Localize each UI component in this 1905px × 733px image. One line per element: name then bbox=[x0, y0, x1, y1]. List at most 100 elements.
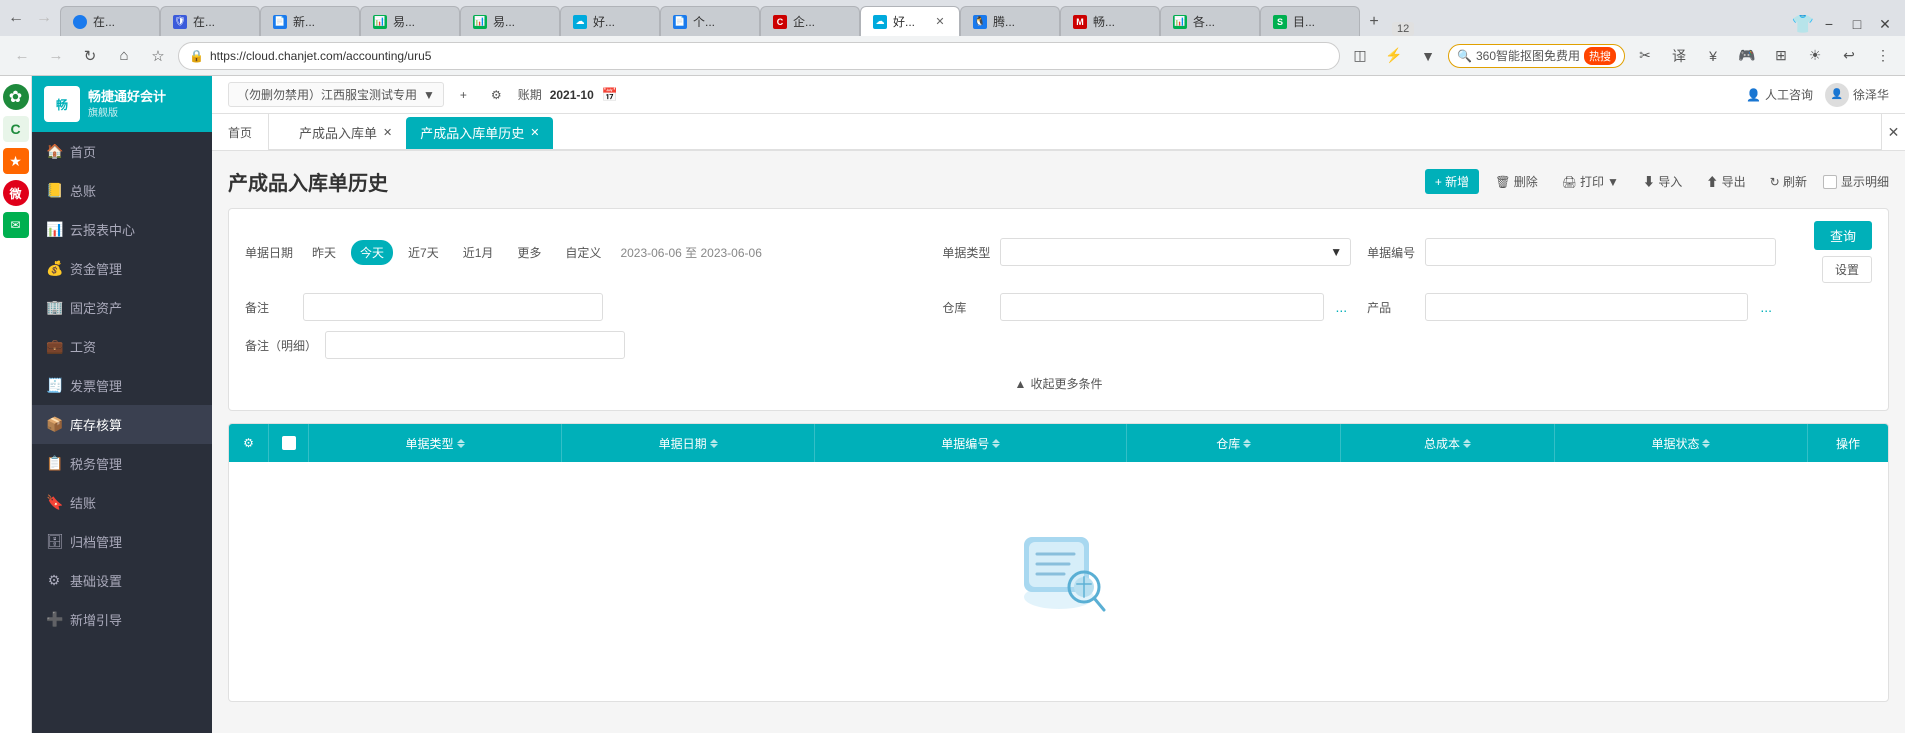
product-input[interactable] bbox=[1425, 293, 1748, 321]
maximize-button[interactable]: □ bbox=[1845, 12, 1869, 36]
sidebar-item-report[interactable]: 📊 云报表中心 bbox=[32, 210, 212, 249]
new-tab-button[interactable]: + bbox=[1360, 8, 1388, 36]
close-button[interactable]: ✕ bbox=[1873, 12, 1897, 36]
forward-btn[interactable]: → bbox=[32, 6, 56, 30]
scissors-icon[interactable]: ✂ bbox=[1631, 42, 1659, 70]
url-bar[interactable]: 🔒 https://cloud.chanjet.com/accounting/u… bbox=[178, 42, 1340, 70]
date-7days-btn[interactable]: 近7天 bbox=[399, 240, 448, 265]
search-bar-360[interactable]: 🔍 360智能抠图免费用 热搜 bbox=[1448, 44, 1625, 68]
nav-forward-btn[interactable]: → bbox=[42, 42, 70, 70]
add-btn[interactable]: + 新增 bbox=[1425, 169, 1479, 194]
user-profile[interactable]: 👤 徐泽华 bbox=[1825, 83, 1889, 107]
th-settings[interactable]: ⚙ bbox=[229, 424, 269, 462]
add-account-btn[interactable]: + bbox=[452, 84, 475, 106]
sidebar-item-inventory[interactable]: 📦 库存核算 bbox=[32, 405, 212, 444]
yuan-icon[interactable]: ¥ bbox=[1699, 42, 1727, 70]
breadcrumb-home[interactable]: 首页 bbox=[228, 124, 252, 141]
chanjet-icon[interactable]: C bbox=[3, 116, 29, 142]
th-date[interactable]: 单据日期 bbox=[562, 424, 815, 462]
tab-13[interactable]: S 目... bbox=[1260, 6, 1360, 36]
mail-icon[interactable]: ✉ bbox=[3, 212, 29, 238]
sidebar-item-archive[interactable]: 🗄 归档管理 bbox=[32, 522, 212, 561]
th-number[interactable]: 单据编号 bbox=[815, 424, 1127, 462]
nav-back-btn[interactable]: ← bbox=[8, 42, 36, 70]
sidebar-item-invoice[interactable]: 🧾 发票管理 bbox=[32, 366, 212, 405]
show-col-checkbox-box[interactable] bbox=[1823, 175, 1837, 189]
settings-gear-btn[interactable]: ⚙ bbox=[483, 84, 510, 106]
sidebar-item-basic[interactable]: ⚙ 基础设置 bbox=[32, 561, 212, 600]
star-icon[interactable]: ★ bbox=[3, 148, 29, 174]
calendar-icon[interactable]: 📅 bbox=[602, 87, 618, 103]
translate-icon[interactable]: 译 bbox=[1665, 42, 1693, 70]
tab-5[interactable]: 📊 易... bbox=[460, 6, 560, 36]
th-type[interactable]: 单据类型 bbox=[309, 424, 562, 462]
close-panel-btn[interactable]: ✕ bbox=[1881, 114, 1905, 150]
service-link[interactable]: 👤 人工咨询 bbox=[1746, 86, 1813, 103]
sidebar-item-fund[interactable]: 💰 资金管理 bbox=[32, 249, 212, 288]
note-input[interactable] bbox=[303, 293, 603, 321]
tab-9-close[interactable]: ✕ bbox=[933, 15, 947, 28]
warehouse-input[interactable] bbox=[1000, 293, 1323, 321]
tab-6[interactable]: ☁ 好... bbox=[560, 6, 660, 36]
tab-12[interactable]: 📊 各... bbox=[1160, 6, 1260, 36]
date-more-btn[interactable]: 更多 bbox=[508, 240, 550, 265]
show-col-toggle[interactable]: 显示明细 bbox=[1823, 173, 1889, 190]
minimize-button[interactable]: − bbox=[1817, 12, 1841, 36]
type-select[interactable]: ▼ bbox=[1000, 238, 1351, 266]
export-btn[interactable]: ⬆ 导出 bbox=[1698, 169, 1753, 194]
sidebar-item-ledger[interactable]: 📒 总账 bbox=[32, 171, 212, 210]
product-dots[interactable]: ... bbox=[1756, 299, 1776, 315]
tab-10[interactable]: 🐧 腾... bbox=[960, 6, 1060, 36]
detail-note-input[interactable] bbox=[325, 331, 625, 359]
weibo-icon[interactable]: 微 bbox=[3, 180, 29, 206]
tab-2[interactable]: 🛡 在... bbox=[160, 6, 260, 36]
tab-counter[interactable]: 12 bbox=[1392, 22, 1414, 36]
th-cost[interactable]: 总成本 bbox=[1341, 424, 1555, 462]
sidebar-item-newbill[interactable]: ➕ 新增引导 bbox=[32, 600, 212, 639]
page-tab-history[interactable]: 产成品入库单历史 ✕ bbox=[406, 117, 553, 149]
print-btn[interactable]: 🖨 打印 ▼ bbox=[1554, 169, 1627, 194]
lightning-icon[interactable]: ⚡ bbox=[1380, 42, 1408, 70]
filter-settings-btn[interactable]: 设置 bbox=[1822, 256, 1872, 283]
tab-8[interactable]: C 企... bbox=[760, 6, 860, 36]
tab-1[interactable]: 在... bbox=[60, 6, 160, 36]
import-btn[interactable]: ⬇ 导入 bbox=[1635, 169, 1690, 194]
account-selector[interactable]: （勿删勿禁用）江西服宝测试专用 ▼ bbox=[228, 82, 444, 107]
apps-icon[interactable]: ⊞ bbox=[1767, 42, 1795, 70]
back-btn[interactable]: ← bbox=[4, 6, 28, 30]
th-status[interactable]: 单据状态 bbox=[1555, 424, 1808, 462]
sidebar-item-tax[interactable]: 📋 税务管理 bbox=[32, 444, 212, 483]
tab-history-close[interactable]: ✕ bbox=[530, 126, 539, 139]
reload-btn[interactable]: ↻ bbox=[76, 42, 104, 70]
date-custom-btn[interactable]: 自定义 bbox=[556, 240, 610, 265]
sidebar-item-assets[interactable]: 🏢 固定资产 bbox=[32, 288, 212, 327]
grid-icon[interactable]: ◫ bbox=[1346, 42, 1374, 70]
sidebar-item-checkout[interactable]: 🔖 结账 bbox=[32, 483, 212, 522]
header-checkbox[interactable] bbox=[282, 436, 296, 450]
game-icon[interactable]: 🎮 bbox=[1733, 42, 1761, 70]
bookmark-btn[interactable]: ☆ bbox=[144, 42, 172, 70]
collapse-bar[interactable]: ▲ 收起更多条件 bbox=[245, 369, 1872, 398]
app-launcher[interactable]: ✿ bbox=[3, 84, 29, 110]
tab-3[interactable]: 📄 新... bbox=[260, 6, 360, 36]
sidebar-item-payroll[interactable]: 💼 工资 bbox=[32, 327, 212, 366]
sidebar-item-home[interactable]: 🏠 首页 bbox=[32, 132, 212, 171]
page-tab-list[interactable]: 产成品入库单 ✕ bbox=[285, 117, 406, 149]
tab-7[interactable]: 📄 个... bbox=[660, 6, 760, 36]
refresh-btn[interactable]: ↻ 刷新 bbox=[1762, 169, 1815, 194]
date-today-btn[interactable]: 今天 bbox=[351, 240, 393, 265]
tab-4[interactable]: 📊 易... bbox=[360, 6, 460, 36]
th-warehouse[interactable]: 仓库 bbox=[1127, 424, 1341, 462]
th-checkbox[interactable] bbox=[269, 424, 309, 462]
theme-icon[interactable]: ☀ bbox=[1801, 42, 1829, 70]
number-input[interactable] bbox=[1425, 238, 1776, 266]
tab-11[interactable]: M 畅... bbox=[1060, 6, 1160, 36]
date-1month-btn[interactable]: 近1月 bbox=[454, 240, 503, 265]
tab-9-active[interactable]: ☁ 好... ✕ bbox=[860, 6, 960, 36]
tab-list-close[interactable]: ✕ bbox=[383, 126, 392, 139]
dropdown-btn[interactable]: ▼ bbox=[1414, 42, 1442, 70]
warehouse-dots[interactable]: ... bbox=[1332, 299, 1352, 315]
delete-btn[interactable]: 🗑 删除 bbox=[1487, 169, 1546, 194]
undo-icon[interactable]: ↩ bbox=[1835, 42, 1863, 70]
home-nav-btn[interactable]: ⌂ bbox=[110, 42, 138, 70]
